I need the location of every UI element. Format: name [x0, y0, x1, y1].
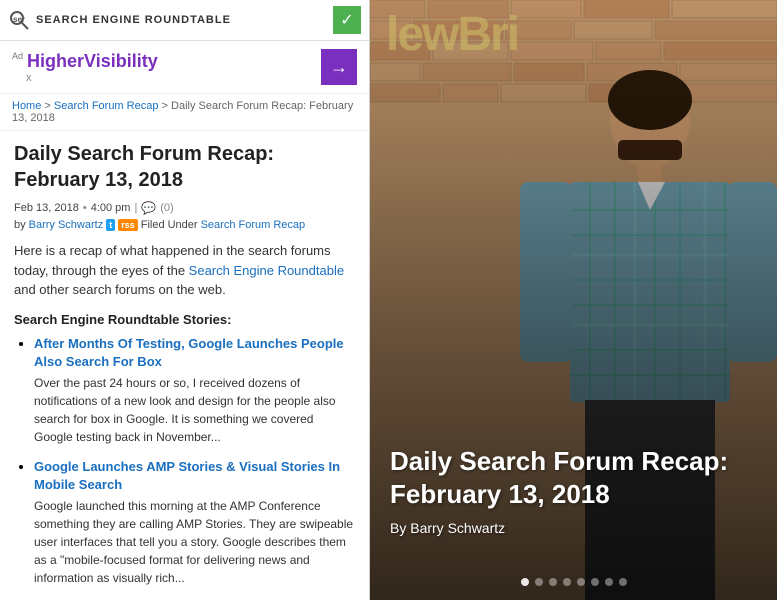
section-heading: Search Engine Roundtable Stories:: [14, 312, 355, 327]
dot-8[interactable]: [619, 578, 627, 586]
breadcrumb: Home > Search Forum Recap > Daily Search…: [0, 94, 369, 131]
dot-3[interactable]: [549, 578, 557, 586]
check-icon: ✓: [340, 10, 353, 30]
dot-7[interactable]: [605, 578, 613, 586]
ad-arrow-button[interactable]: →: [321, 49, 357, 85]
svg-text:ser: ser: [13, 15, 25, 24]
filed-under-label: Filed Under: [141, 219, 198, 231]
story-excerpt-1: Over the past 24 hours or so, I received…: [34, 374, 355, 446]
list-item: After Months Of Testing, Google Launches…: [34, 335, 355, 446]
comment-icon: 💬: [141, 201, 156, 215]
breadcrumb-sep1: >: [44, 100, 50, 112]
ad-label: Ad HigherVisibility: [12, 51, 158, 72]
meta-bullet: •: [83, 202, 87, 214]
logo-text-partial: lewBri: [386, 11, 518, 59]
filed-category-link[interactable]: Search Forum Recap: [201, 219, 306, 231]
left-panel: ser SEARCH ENGINE ROUNDTABLE ✓ Ad Higher…: [0, 0, 370, 600]
article-title: Daily Search Forum Recap: February 13, 2…: [14, 141, 355, 193]
dot-6[interactable]: [591, 578, 599, 586]
comment-count: (0): [160, 202, 173, 214]
dot-indicators: [521, 568, 627, 600]
stories-list: After Months Of Testing, Google Launches…: [14, 335, 355, 600]
ad-left: Ad HigherVisibility x: [12, 51, 158, 84]
ad-brand[interactable]: HigherVisibility: [27, 51, 158, 72]
article-meta-line1: Feb 13, 2018 • 4:00 pm | 💬 (0): [14, 201, 355, 215]
dot-2[interactable]: [535, 578, 543, 586]
list-item: Google Launches AMP Stories & Visual Sto…: [34, 458, 355, 587]
ad-banner: Ad HigherVisibility x →: [0, 41, 369, 94]
story-excerpt-2: Google launched this morning at the AMP …: [34, 497, 355, 587]
dot-5[interactable]: [577, 578, 585, 586]
breadcrumb-home[interactable]: Home: [12, 100, 41, 112]
story-link-1[interactable]: After Months Of Testing, Google Launches…: [34, 336, 344, 369]
site-header-left: ser SEARCH ENGINE ROUNDTABLE: [8, 9, 231, 31]
article-date: Feb 13, 2018: [14, 202, 79, 214]
story-card-content: Daily Search Forum Recap: February 13, 2…: [370, 425, 777, 568]
story-card-author: By Barry Schwartz: [390, 520, 757, 536]
header-check-button[interactable]: ✓: [333, 6, 361, 34]
by-label: by: [14, 219, 26, 231]
twitter-icon[interactable]: t: [106, 219, 115, 231]
story-card-title: Daily Search Forum Recap: February 13, 2…: [390, 445, 757, 510]
story-top-logo: lewBri: [370, 0, 777, 70]
dot-4[interactable]: [563, 578, 571, 586]
arrow-icon: →: [330, 57, 348, 78]
meta-separator: |: [134, 202, 137, 214]
author-link[interactable]: Barry Schwartz: [29, 219, 104, 231]
article-intro: Here is a recap of what happened in the …: [14, 241, 355, 300]
dot-1[interactable]: [521, 578, 529, 586]
article-time: 4:00 pm: [91, 202, 131, 214]
intro-suffix: and other search forums on the web.: [14, 282, 226, 297]
intro-link[interactable]: Search Engine Roundtable: [189, 263, 344, 278]
breadcrumb-search-forum-recap[interactable]: Search Forum Recap: [54, 100, 159, 112]
site-header: ser SEARCH ENGINE ROUNDTABLE ✓: [0, 0, 369, 41]
article-meta-line2: by Barry Schwartz t rss Filed Under Sear…: [14, 219, 355, 231]
rss-icon[interactable]: rss: [118, 219, 138, 231]
ad-close[interactable]: x: [26, 72, 158, 84]
right-panel: // Can't run script inside SVG in HTML e…: [370, 0, 777, 600]
site-logo-icon: ser: [8, 9, 30, 31]
breadcrumb-sep2: >: [162, 100, 168, 112]
article-body: Daily Search Forum Recap: February 13, 2…: [0, 131, 369, 600]
ad-icon: Ad: [12, 51, 23, 61]
site-title: SEARCH ENGINE ROUNDTABLE: [36, 14, 231, 26]
story-link-2[interactable]: Google Launches AMP Stories & Visual Sto…: [34, 459, 340, 492]
